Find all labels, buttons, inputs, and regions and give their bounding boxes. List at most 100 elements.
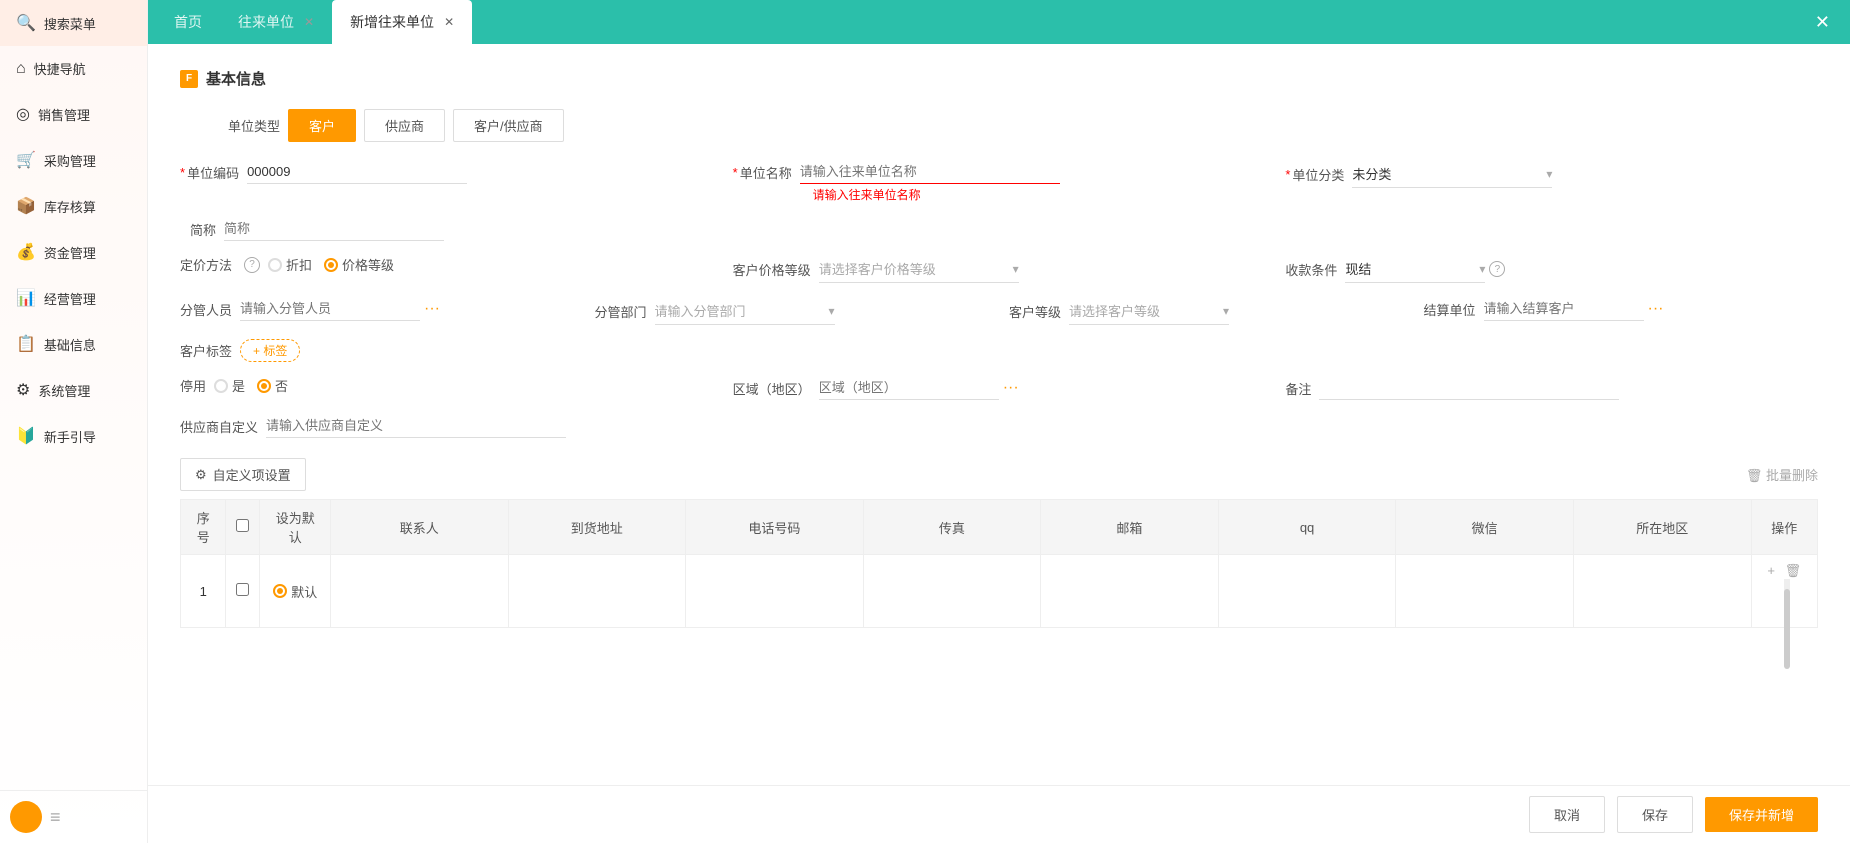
pricing-help-icon[interactable]: ? (244, 257, 260, 273)
operations-icon: 📊 (16, 288, 36, 308)
supplier-custom-input[interactable] (266, 414, 566, 438)
short-name-input[interactable] (224, 217, 444, 241)
disabled-no-radio[interactable] (257, 379, 271, 393)
customer-level-select[interactable]: 请选择客户等级 ▾ (1069, 297, 1229, 325)
address-input[interactable] (519, 584, 676, 599)
col-header-seq: 序号 (181, 500, 226, 555)
form-col-code: * 单位编码 (180, 160, 713, 184)
remark-input[interactable] (1319, 376, 1619, 400)
cell-qq (1218, 555, 1396, 628)
sidebar-item-operations[interactable]: 📊 经营管理 (0, 275, 147, 321)
type-both-btn[interactable]: 客户/供应商 (453, 109, 564, 142)
col-header-wechat: 微信 (1396, 500, 1574, 555)
cell-action: + 🗑 (1751, 555, 1818, 628)
region-col-input[interactable] (1584, 584, 1741, 599)
name-input[interactable] (800, 160, 1060, 184)
price-level-select[interactable]: 请选择客户价格等级 ▾ (819, 255, 1019, 283)
select-all-checkbox[interactable] (236, 519, 249, 532)
disabled-yes-option[interactable]: 是 (214, 376, 245, 395)
qq-input[interactable] (1229, 584, 1386, 599)
customer-level-arrow-icon: ▾ (1223, 304, 1229, 318)
sidebar-item-purchase[interactable]: 🛒 采购管理 (0, 137, 147, 183)
type-supplier-btn[interactable]: 供应商 (364, 109, 445, 142)
cell-check (226, 555, 260, 628)
region-more-btn[interactable]: ··· (999, 379, 1023, 397)
cell-email (1041, 555, 1219, 628)
code-label: 单位编码 (187, 163, 239, 182)
sidebar-item-guide[interactable]: 🔰 新手引导 (0, 413, 147, 459)
wechat-input[interactable] (1406, 584, 1563, 599)
sidebar-item-system[interactable]: ⚙ 系统管理 (0, 367, 147, 413)
manager-more-btn[interactable]: ··· (420, 300, 444, 318)
settings-icon: ⚙ (195, 467, 207, 483)
home-icon: ⌂ (16, 60, 26, 78)
close-new-partner-tab[interactable]: ✕ (444, 15, 454, 29)
save-new-button[interactable]: 保存并新增 (1705, 797, 1818, 832)
form-col-settlement: 结算单位 ··· (1424, 297, 1819, 321)
pricing-discount-option[interactable]: 折扣 (268, 255, 312, 274)
settlement-input[interactable] (1484, 297, 1644, 321)
short-name-label: 简称 (190, 220, 216, 239)
payment-label: 收款条件 (1285, 260, 1337, 279)
payment-help-icon[interactable]: ? (1489, 261, 1505, 277)
email-input[interactable] (1051, 584, 1208, 599)
avatar (10, 801, 42, 833)
form-row-supplier-custom: 供应商自定义 (180, 414, 1818, 438)
cell-contact (330, 555, 508, 628)
col-header-action: 操作 (1751, 500, 1818, 555)
sidebar-item-quick-nav[interactable]: ⌂ 快捷导航 (0, 46, 147, 91)
dept-arrow-icon: ▾ (828, 304, 834, 318)
tab-home[interactable]: 首页 (156, 0, 220, 44)
main-area: 首页 往来单位 ✕ 新增往来单位 ✕ ✕ F 基本信息 单位类型 客户 供应商 … (148, 0, 1850, 843)
category-select[interactable]: 未分类 ▾ (1352, 160, 1552, 188)
code-input[interactable] (247, 160, 467, 184)
default-radio[interactable] (273, 584, 287, 598)
payment-select[interactable]: 现结 ▾ (1345, 255, 1485, 283)
price-level-arrow-icon: ▾ (1013, 262, 1019, 276)
custom-settings-btn[interactable]: ⚙ 自定义项设置 (180, 458, 306, 491)
sidebar-search[interactable]: 🔍 搜索菜单 (0, 0, 147, 46)
form-row-4: 分管人员 ··· 分管部门 请输入分管部门 ▾ 客户等级 请选择客户等级 ▾ 结… (180, 297, 1818, 325)
phone-input[interactable] (696, 584, 853, 599)
batch-delete-btn[interactable]: 🗑 批量删除 (1746, 465, 1818, 484)
row-checkbox[interactable] (236, 583, 249, 596)
settlement-more-btn[interactable]: ··· (1644, 300, 1668, 318)
payment-value: 现结 (1345, 259, 1479, 278)
inventory-icon: 📦 (16, 196, 36, 216)
close-partners-tab[interactable]: ✕ (304, 15, 314, 29)
form-col-supplier-custom: 供应商自定义 (180, 414, 1818, 438)
region-input[interactable] (819, 376, 999, 400)
contact-input[interactable] (341, 584, 498, 599)
tag-label: 客户标签 (180, 341, 232, 360)
type-customer-btn[interactable]: 客户 (288, 109, 356, 142)
sidebar-bottom-icon: ≡ (50, 807, 61, 828)
cancel-button[interactable]: 取消 (1529, 796, 1605, 833)
discount-radio[interactable] (268, 258, 282, 272)
tab-partners[interactable]: 往来单位 ✕ (220, 0, 332, 44)
manager-input[interactable] (240, 297, 420, 321)
disabled-yes-radio[interactable] (214, 379, 228, 393)
pricing-level-option[interactable]: 价格等级 (324, 255, 394, 274)
sidebar-item-basic-info[interactable]: 📋 基础信息 (0, 321, 147, 367)
form-col-manager: 分管人员 ··· (180, 297, 575, 321)
disabled-no-option[interactable]: 否 (257, 376, 288, 395)
tab-new-partner[interactable]: 新增往来单位 ✕ (332, 0, 472, 44)
sidebar-item-finance[interactable]: 💰 资金管理 (0, 229, 147, 275)
price-level-radio[interactable] (324, 258, 338, 272)
form-col-disabled: 停用 是 否 (180, 376, 713, 395)
dept-select[interactable]: 请输入分管部门 ▾ (655, 297, 835, 325)
price-level-placeholder: 请选择客户价格等级 (819, 259, 1013, 278)
sidebar-bottom: ≡ (0, 790, 147, 843)
form-col-tags: 客户标签 + 标签 (180, 339, 1818, 362)
sidebar-item-inventory[interactable]: 📦 库存核算 (0, 183, 147, 229)
cell-address (508, 555, 686, 628)
close-all-tabs[interactable]: ✕ (1803, 12, 1842, 33)
default-radio-item[interactable]: 默认 (270, 582, 320, 601)
fax-input[interactable] (874, 584, 1031, 599)
col-header-phone: 电话号码 (686, 500, 864, 555)
row-add-btn[interactable]: + (1767, 563, 1775, 578)
add-tag-btn[interactable]: + 标签 (240, 339, 300, 362)
save-button[interactable]: 保存 (1617, 796, 1693, 833)
row-delete-btn[interactable]: 🗑 (1785, 563, 1802, 578)
sidebar-item-sales[interactable]: ◎ 销售管理 (0, 91, 147, 137)
